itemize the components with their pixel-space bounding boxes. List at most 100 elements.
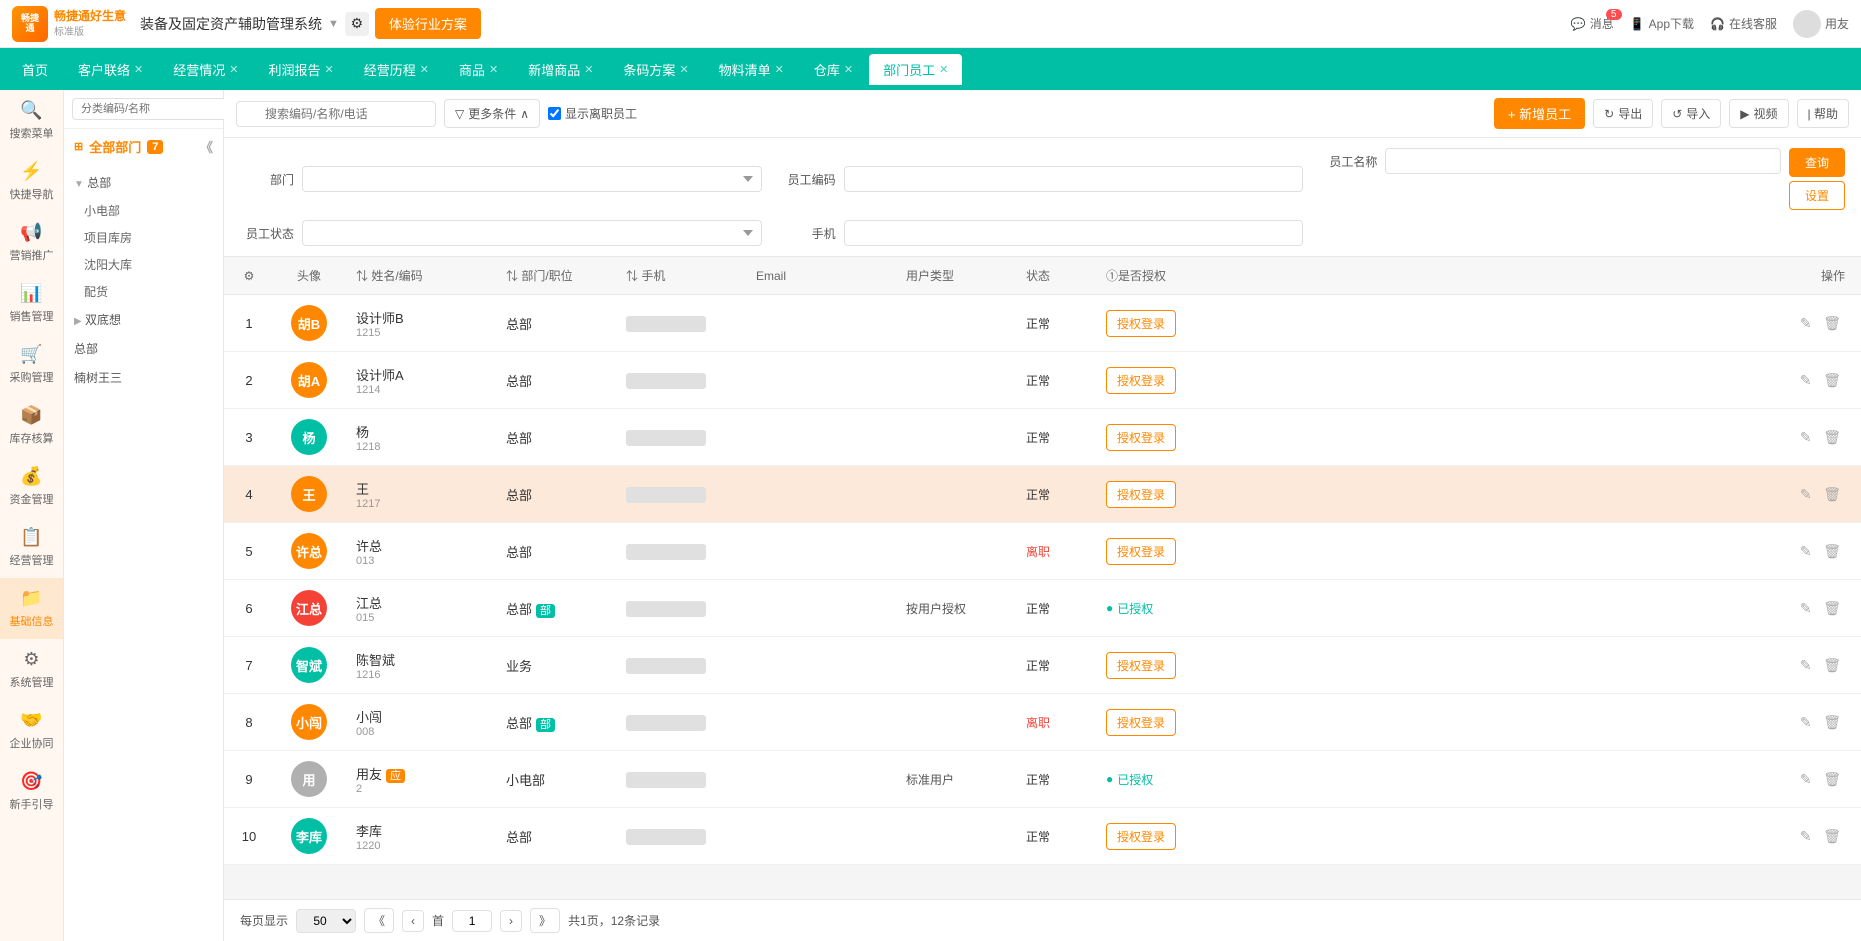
search-btn[interactable]: 查询: [1789, 148, 1845, 177]
next-page-btn[interactable]: ›: [500, 910, 522, 932]
sidebar-item-business[interactable]: 📋 经营管理: [0, 517, 63, 578]
th-dept[interactable]: ⇅ 部门/职位: [494, 257, 614, 295]
edit-btn[interactable]: ✎: [1796, 712, 1816, 733]
nav-item-customer[interactable]: 客户联络 ✕: [64, 54, 157, 85]
edit-btn[interactable]: ✎: [1796, 655, 1816, 676]
online-service-btn[interactable]: 🎧 在线客服: [1710, 15, 1777, 32]
nav-item-dept[interactable]: 部门员工 ✕: [869, 54, 962, 85]
filter-dept-select[interactable]: [302, 166, 762, 192]
dept-node-zongbu[interactable]: 总部: [64, 334, 223, 363]
auth-login-btn[interactable]: 授权登录: [1106, 424, 1176, 451]
dept-child-project[interactable]: 项目库房: [64, 224, 223, 251]
add-employee-btn[interactable]: + 新增员工: [1494, 98, 1585, 129]
app-download-btn[interactable]: 📱 App下载: [1630, 15, 1694, 32]
sidebar-item-nav[interactable]: ⚡ 快捷导航: [0, 151, 63, 212]
edit-btn[interactable]: ✎: [1796, 370, 1816, 391]
sidebar-item-basic[interactable]: 📁 基础信息: [0, 578, 63, 639]
prev-page-btn[interactable]: ‹: [402, 910, 424, 932]
dept-child-shenyang[interactable]: 沈阳大库: [64, 251, 223, 278]
last-page-btn[interactable]: 》: [530, 908, 560, 933]
nav-item-warehouse[interactable]: 仓库 ✕: [800, 54, 867, 85]
sidebar-item-search[interactable]: 🔍 搜索菜单: [0, 90, 63, 151]
nav-item-barcode[interactable]: 条码方案 ✕: [609, 54, 702, 85]
sidebar-item-marketing[interactable]: 📢 营销推广: [0, 212, 63, 273]
delete-btn[interactable]: 🗑: [1819, 541, 1845, 562]
dept-collapse-btn[interactable]: 《: [200, 137, 213, 156]
dept-all-header[interactable]: ⊞ 全部部门 7 《: [64, 129, 223, 164]
auth-login-btn[interactable]: 授权登录: [1106, 709, 1176, 736]
set-btn[interactable]: 设置: [1789, 181, 1845, 210]
delete-btn[interactable]: 🗑: [1819, 370, 1845, 391]
nav-close-operation[interactable]: ✕: [229, 63, 238, 76]
th-phone[interactable]: ⇅ 手机: [614, 257, 744, 295]
auth-login-btn[interactable]: 授权登录: [1106, 310, 1176, 337]
filter-phone-input[interactable]: [844, 220, 1304, 246]
delete-btn[interactable]: 🗑: [1819, 313, 1845, 334]
nav-item-home[interactable]: 首页: [8, 54, 62, 85]
delete-btn[interactable]: 🗑: [1819, 484, 1845, 505]
settings-icon-btn[interactable]: ⚙: [345, 12, 369, 36]
show-resigned-checkbox[interactable]: 显示离职员工: [548, 105, 637, 122]
nav-item-operation[interactable]: 经营情况 ✕: [159, 54, 252, 85]
auth-login-btn[interactable]: 授权登录: [1106, 481, 1176, 508]
nav-close-history[interactable]: ✕: [420, 63, 429, 76]
sidebar-item-purchase[interactable]: 🛒 采购管理: [0, 334, 63, 395]
edit-btn[interactable]: ✎: [1796, 541, 1816, 562]
dept-node-nan[interactable]: 楠树王三: [64, 363, 223, 392]
sidebar-item-system[interactable]: ⚙ 系统管理: [0, 639, 63, 700]
dept-child-xiaodian[interactable]: 小电部: [64, 197, 223, 224]
view-btn[interactable]: ▶ 视频: [1729, 99, 1788, 128]
edit-btn[interactable]: ✎: [1796, 427, 1816, 448]
dept-search-input[interactable]: [72, 98, 232, 120]
per-page-select[interactable]: 50 100: [296, 909, 356, 933]
message-icon-btn[interactable]: 💬 消息 5: [1571, 15, 1614, 32]
nav-close-warehouse[interactable]: ✕: [844, 63, 853, 76]
nav-close-barcode[interactable]: ✕: [679, 63, 688, 76]
delete-btn[interactable]: 🗑: [1819, 655, 1845, 676]
edit-btn[interactable]: ✎: [1796, 484, 1816, 505]
sidebar-item-collab[interactable]: 🤝 企业协同: [0, 700, 63, 761]
th-name-code[interactable]: ⇅ 姓名/编码: [344, 257, 494, 295]
edit-btn[interactable]: ✎: [1796, 598, 1816, 619]
nav-close-add-goods[interactable]: ✕: [584, 63, 593, 76]
delete-btn[interactable]: 🗑: [1819, 427, 1845, 448]
delete-btn[interactable]: 🗑: [1819, 826, 1845, 847]
sidebar-item-finance[interactable]: 💰 资金管理: [0, 456, 63, 517]
auth-login-btn[interactable]: 授权登录: [1106, 823, 1176, 850]
search-input[interactable]: [236, 101, 436, 127]
edit-btn[interactable]: ✎: [1796, 826, 1816, 847]
nav-close-customer[interactable]: ✕: [134, 63, 143, 76]
user-avatar-btn[interactable]: 用友: [1793, 10, 1849, 38]
nav-close-profit[interactable]: ✕: [325, 63, 334, 76]
filter-empcode-input[interactable]: [844, 166, 1304, 192]
more-btn[interactable]: | 帮助: [1797, 99, 1849, 128]
nav-close-bom[interactable]: ✕: [775, 63, 784, 76]
nav-item-add-goods[interactable]: 新增商品 ✕: [514, 54, 607, 85]
filter-empname-input[interactable]: [1385, 148, 1781, 174]
th-auth[interactable]: ①是否授权: [1094, 257, 1214, 295]
nav-close-goods[interactable]: ✕: [489, 63, 498, 76]
edit-btn[interactable]: ✎: [1796, 313, 1816, 334]
th-settings[interactable]: ⚙: [224, 257, 274, 295]
delete-btn[interactable]: 🗑: [1819, 598, 1845, 619]
auth-login-btn[interactable]: 授权登录: [1106, 538, 1176, 565]
export-btn[interactable]: ↻ 导出: [1593, 99, 1653, 128]
delete-btn[interactable]: 🗑: [1819, 712, 1845, 733]
edit-btn[interactable]: ✎: [1796, 769, 1816, 790]
system-title-dropdown[interactable]: ▼: [328, 18, 339, 30]
resigned-checkbox-input[interactable]: [548, 107, 561, 120]
auth-login-btn[interactable]: 授权登录: [1106, 367, 1176, 394]
nav-close-dept[interactable]: ✕: [939, 63, 948, 76]
sidebar-item-sales[interactable]: 📊 销售管理: [0, 273, 63, 334]
page-number-input[interactable]: [452, 910, 492, 932]
more-filter-btn[interactable]: ▽ 更多条件 ∧: [444, 99, 540, 128]
delete-btn[interactable]: 🗑: [1819, 769, 1845, 790]
trial-button[interactable]: 体验行业方案: [375, 8, 481, 39]
first-page-btn[interactable]: 《: [364, 908, 394, 933]
dept-node-head[interactable]: ▼ 总部: [64, 168, 223, 197]
auth-login-btn[interactable]: 授权登录: [1106, 652, 1176, 679]
filter-status-select[interactable]: [302, 220, 762, 246]
import-btn[interactable]: ↺ 导入: [1661, 99, 1721, 128]
dept-child-peihuo[interactable]: 配货: [64, 278, 223, 305]
nav-item-bom[interactable]: 物料清单 ✕: [705, 54, 798, 85]
